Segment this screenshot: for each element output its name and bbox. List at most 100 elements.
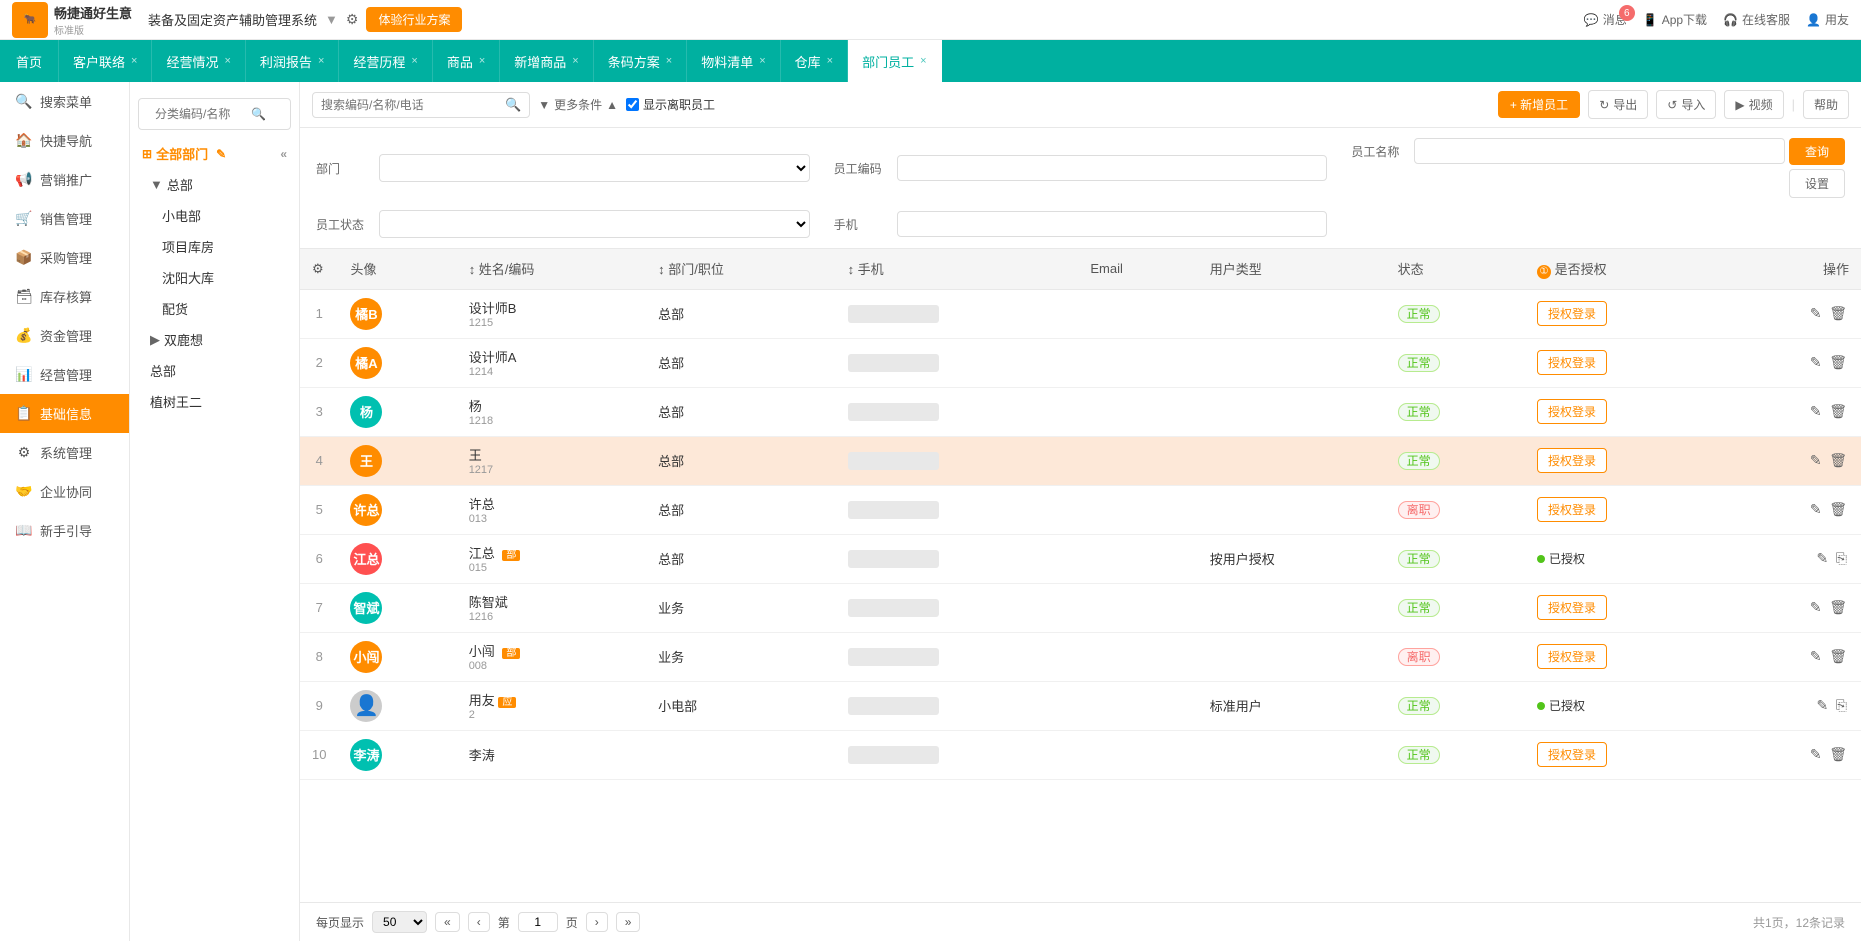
col-name[interactable]: ↕ 姓名/编码 [457, 249, 646, 289]
sidebar-item-enterprise[interactable]: 🤝 企业协同 [0, 472, 129, 511]
tab-warehouse[interactable]: 仓库 × [781, 40, 848, 82]
dept-item-delivery[interactable]: 配货 [130, 293, 299, 324]
sidebar-item-basic[interactable]: 📋 基础信息 [0, 394, 129, 433]
close-icon[interactable]: × [411, 55, 417, 67]
auth-button[interactable]: 授权登录 [1537, 742, 1607, 767]
experience-button[interactable]: 体验行业方案 [366, 7, 462, 32]
tab-new-goods[interactable]: 新增商品 × [500, 40, 593, 82]
tab-operation-status[interactable]: 经营情况 × [152, 40, 245, 82]
col-dept[interactable]: ↕ 部门/职位 [646, 249, 835, 289]
edit-button[interactable]: ✎ [1808, 646, 1824, 667]
export-button[interactable]: ↻导出 [1588, 90, 1648, 119]
tab-customer[interactable]: 客户联络 × [59, 40, 152, 82]
col-settings[interactable]: ⚙ [300, 249, 338, 289]
delete-button[interactable]: 🗑 [1827, 646, 1849, 667]
online-service-action[interactable]: 🎧 在线客服 [1723, 11, 1790, 28]
auth-button[interactable]: 授权登录 [1537, 350, 1607, 375]
dept-item-small-elec[interactable]: 小电部 [130, 200, 299, 231]
edit-button[interactable]: ✎ [1808, 450, 1824, 471]
close-icon[interactable]: × [572, 55, 578, 67]
dept-item-hq2[interactable]: 总部 [130, 355, 299, 386]
close-icon[interactable]: × [318, 55, 324, 67]
dept-item-double[interactable]: ▶ 双鹿想 [130, 324, 299, 355]
delete-button[interactable]: 🗑 [1827, 499, 1849, 520]
view-button[interactable]: ▶视频 [1724, 90, 1783, 119]
close-icon[interactable]: × [224, 55, 230, 67]
tab-goods[interactable]: 商品 × [433, 40, 500, 82]
more-filter-btn[interactable]: ▼ 更多条件 ▲ [538, 96, 618, 113]
edit-button[interactable]: ✎ [1808, 401, 1824, 422]
edit-button[interactable]: ✎ [1814, 695, 1830, 716]
close-icon[interactable]: × [920, 55, 926, 67]
dropdown-icon[interactable]: ▼ [325, 12, 338, 27]
sidebar-item-operation[interactable]: 📊 经营管理 [0, 355, 129, 394]
dept-filter-select[interactable] [379, 154, 810, 182]
dept-all-header[interactable]: ⊞ 全部部门 ✎ « [130, 138, 299, 169]
empcode-input[interactable] [897, 155, 1328, 181]
tab-home[interactable]: 首页 [0, 40, 59, 82]
empstatus-select[interactable] [379, 210, 810, 238]
delete-button[interactable]: 🗑 [1827, 352, 1849, 373]
message-action[interactable]: 💬 消息 6 [1584, 11, 1627, 28]
tab-bom[interactable]: 物料清单 × [687, 40, 780, 82]
next-page-button[interactable]: › [586, 912, 608, 932]
edit-icon[interactable]: ✎ [216, 147, 226, 161]
sidebar-item-search[interactable]: 🔍 搜索菜单 [0, 82, 129, 121]
tab-history[interactable]: 经营历程 × [339, 40, 432, 82]
col-phone[interactable]: ↕ 手机 [836, 249, 1079, 289]
edit-button[interactable]: ✎ [1814, 548, 1830, 569]
tab-barcode[interactable]: 条码方案 × [594, 40, 687, 82]
app-download-action[interactable]: 📱 App下载 [1643, 11, 1707, 28]
close-icon[interactable]: × [131, 55, 137, 67]
auth-button[interactable]: 授权登录 [1537, 448, 1607, 473]
settings-icon[interactable]: ⚙ [346, 11, 359, 28]
import-button[interactable]: ↺导入 [1656, 90, 1716, 119]
phone-input[interactable] [897, 211, 1328, 237]
add-employee-button[interactable]: + 新增员工 [1498, 91, 1580, 118]
edit-button[interactable]: ✎ [1808, 744, 1824, 765]
page-input[interactable] [518, 912, 558, 932]
collapse-icon[interactable]: « [280, 147, 287, 161]
user-action[interactable]: 👤 用友 [1806, 11, 1849, 28]
dept-item-project[interactable]: 项目库房 [130, 231, 299, 262]
empname-input[interactable] [1414, 138, 1785, 164]
delete-button[interactable]: 🗑 [1827, 450, 1849, 471]
edit-button[interactable]: ✎ [1808, 499, 1824, 520]
last-page-button[interactable]: » [616, 912, 641, 932]
auth-button[interactable]: 授权登录 [1537, 301, 1607, 326]
auth-button[interactable]: 授权登录 [1537, 399, 1607, 424]
dept-item-shenyang[interactable]: 沈阳大库 [130, 262, 299, 293]
sidebar-item-guide[interactable]: 📖 新手引导 [0, 511, 129, 550]
sidebar-item-system[interactable]: ⚙ 系统管理 [0, 433, 129, 472]
dept-search-input[interactable] [147, 103, 247, 125]
close-icon[interactable]: × [759, 55, 765, 67]
sidebar-item-purchase[interactable]: 📦 采购管理 [0, 238, 129, 277]
delete-button[interactable]: 🗑 [1827, 597, 1849, 618]
close-icon[interactable]: × [666, 55, 672, 67]
close-icon[interactable]: × [479, 55, 485, 67]
tab-dept-staff[interactable]: 部门员工 × [848, 40, 941, 82]
first-page-button[interactable]: « [435, 912, 460, 932]
dept-item-plant[interactable]: 植树王二 [130, 386, 299, 417]
edit-button[interactable]: ✎ [1808, 352, 1824, 373]
auth-button[interactable]: 授权登录 [1537, 644, 1607, 669]
prev-page-button[interactable]: ‹ [468, 912, 490, 932]
per-page-select[interactable]: 50 20 100 [372, 911, 427, 933]
search-input[interactable] [321, 98, 501, 112]
sidebar-item-sales[interactable]: 🛒 销售管理 [0, 199, 129, 238]
edit-button[interactable]: ✎ [1808, 303, 1824, 324]
sidebar-item-nav[interactable]: 🏠 快捷导航 [0, 121, 129, 160]
show-resigned-checkbox[interactable] [626, 98, 639, 111]
search-button[interactable]: 查询 [1789, 138, 1845, 165]
edit-button[interactable]: ✎ [1808, 597, 1824, 618]
sidebar-item-finance[interactable]: 💰 资金管理 [0, 316, 129, 355]
auth-button[interactable]: 授权登录 [1537, 595, 1607, 620]
delete-button[interactable]: 🗑 [1827, 744, 1849, 765]
help-button[interactable]: 帮助 [1803, 90, 1849, 119]
sidebar-item-marketing[interactable]: 📢 营销推广 [0, 160, 129, 199]
close-icon[interactable]: × [827, 55, 833, 67]
dept-item-headquarter[interactable]: ▼ 总部 [130, 169, 299, 200]
reset-button[interactable]: 设置 [1789, 169, 1845, 198]
copy-button[interactable]: ⎘ [1834, 695, 1849, 716]
tab-profit[interactable]: 利润报告 × [246, 40, 339, 82]
